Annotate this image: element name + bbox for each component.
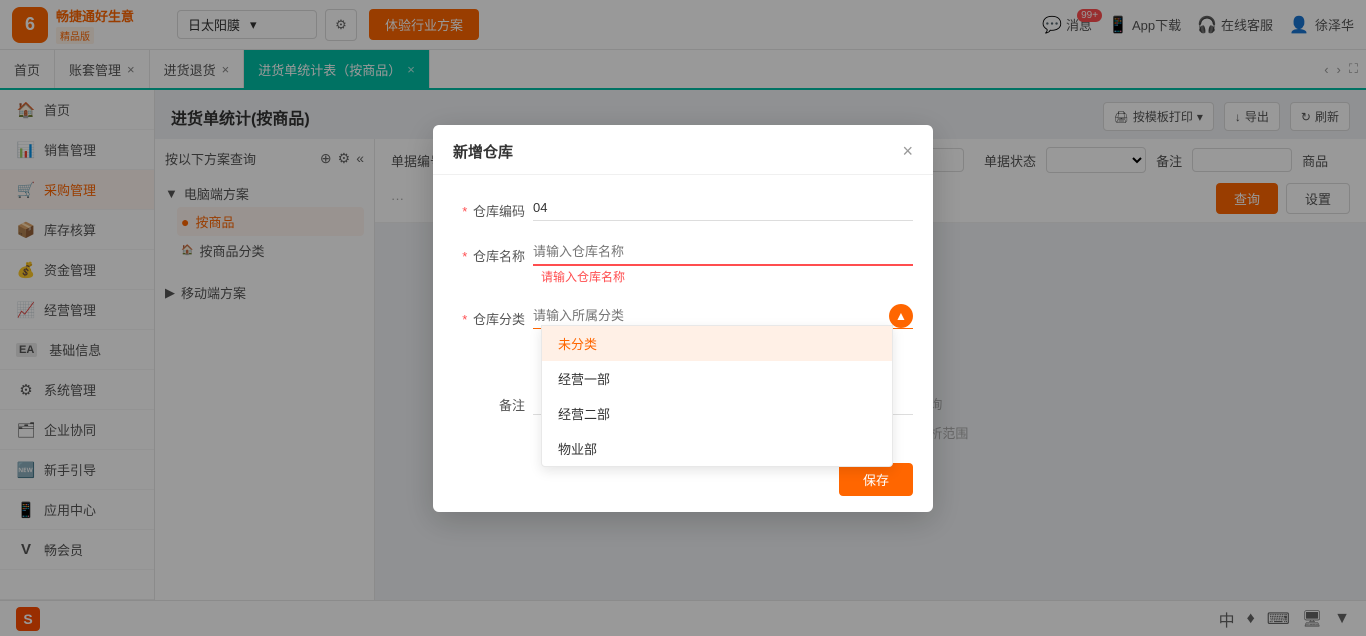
category-option-dept1[interactable]: 经营一部 — [542, 361, 892, 396]
category-dropdown-arrow[interactable]: ▲ — [889, 304, 913, 328]
category-option-property[interactable]: 物业部 — [542, 431, 892, 466]
required-star-category: * — [462, 312, 467, 327]
new-warehouse-modal: 新增仓库 × * 仓库编码 * 仓库名称 — [433, 125, 933, 512]
modal-title: 新增仓库 — [453, 141, 513, 162]
warehouse-code-label: * 仓库编码 — [453, 195, 533, 220]
category-option-unclassified[interactable]: 未分类 — [542, 326, 892, 361]
modal-backdrop: 新增仓库 × * 仓库编码 * 仓库名称 — [0, 0, 1366, 636]
warehouse-code-row: * 仓库编码 — [453, 195, 913, 221]
modal-header: 新增仓库 × — [433, 125, 933, 175]
warehouse-name-error: 请输入仓库名称 — [453, 268, 625, 285]
warehouse-name-row: * 仓库名称 请输入仓库名称 — [453, 239, 913, 285]
remark-form-label: 备注 — [453, 389, 533, 414]
warehouse-name-label: * 仓库名称 — [453, 240, 533, 265]
save-button[interactable]: 保存 — [839, 463, 913, 496]
modal-close-button[interactable]: × — [902, 141, 913, 162]
modal-body: * 仓库编码 * 仓库名称 请输入仓库名称 * — [433, 175, 933, 453]
warehouse-name-inner: * 仓库名称 — [453, 239, 913, 266]
warehouse-name-input[interactable] — [533, 239, 913, 266]
warehouse-code-input[interactable] — [533, 195, 913, 221]
required-star-code: * — [462, 204, 467, 219]
category-option-dept2[interactable]: 经营二部 — [542, 396, 892, 431]
required-star-name: * — [462, 249, 467, 264]
category-dropdown-list: 未分类 经营一部 经营二部 物业部 — [541, 325, 893, 467]
warehouse-category-row: * 仓库分类 ▲ 未分类 经营一部 经营二部 物业部 — [453, 303, 913, 329]
warehouse-category-label: * 仓库分类 — [453, 303, 533, 328]
